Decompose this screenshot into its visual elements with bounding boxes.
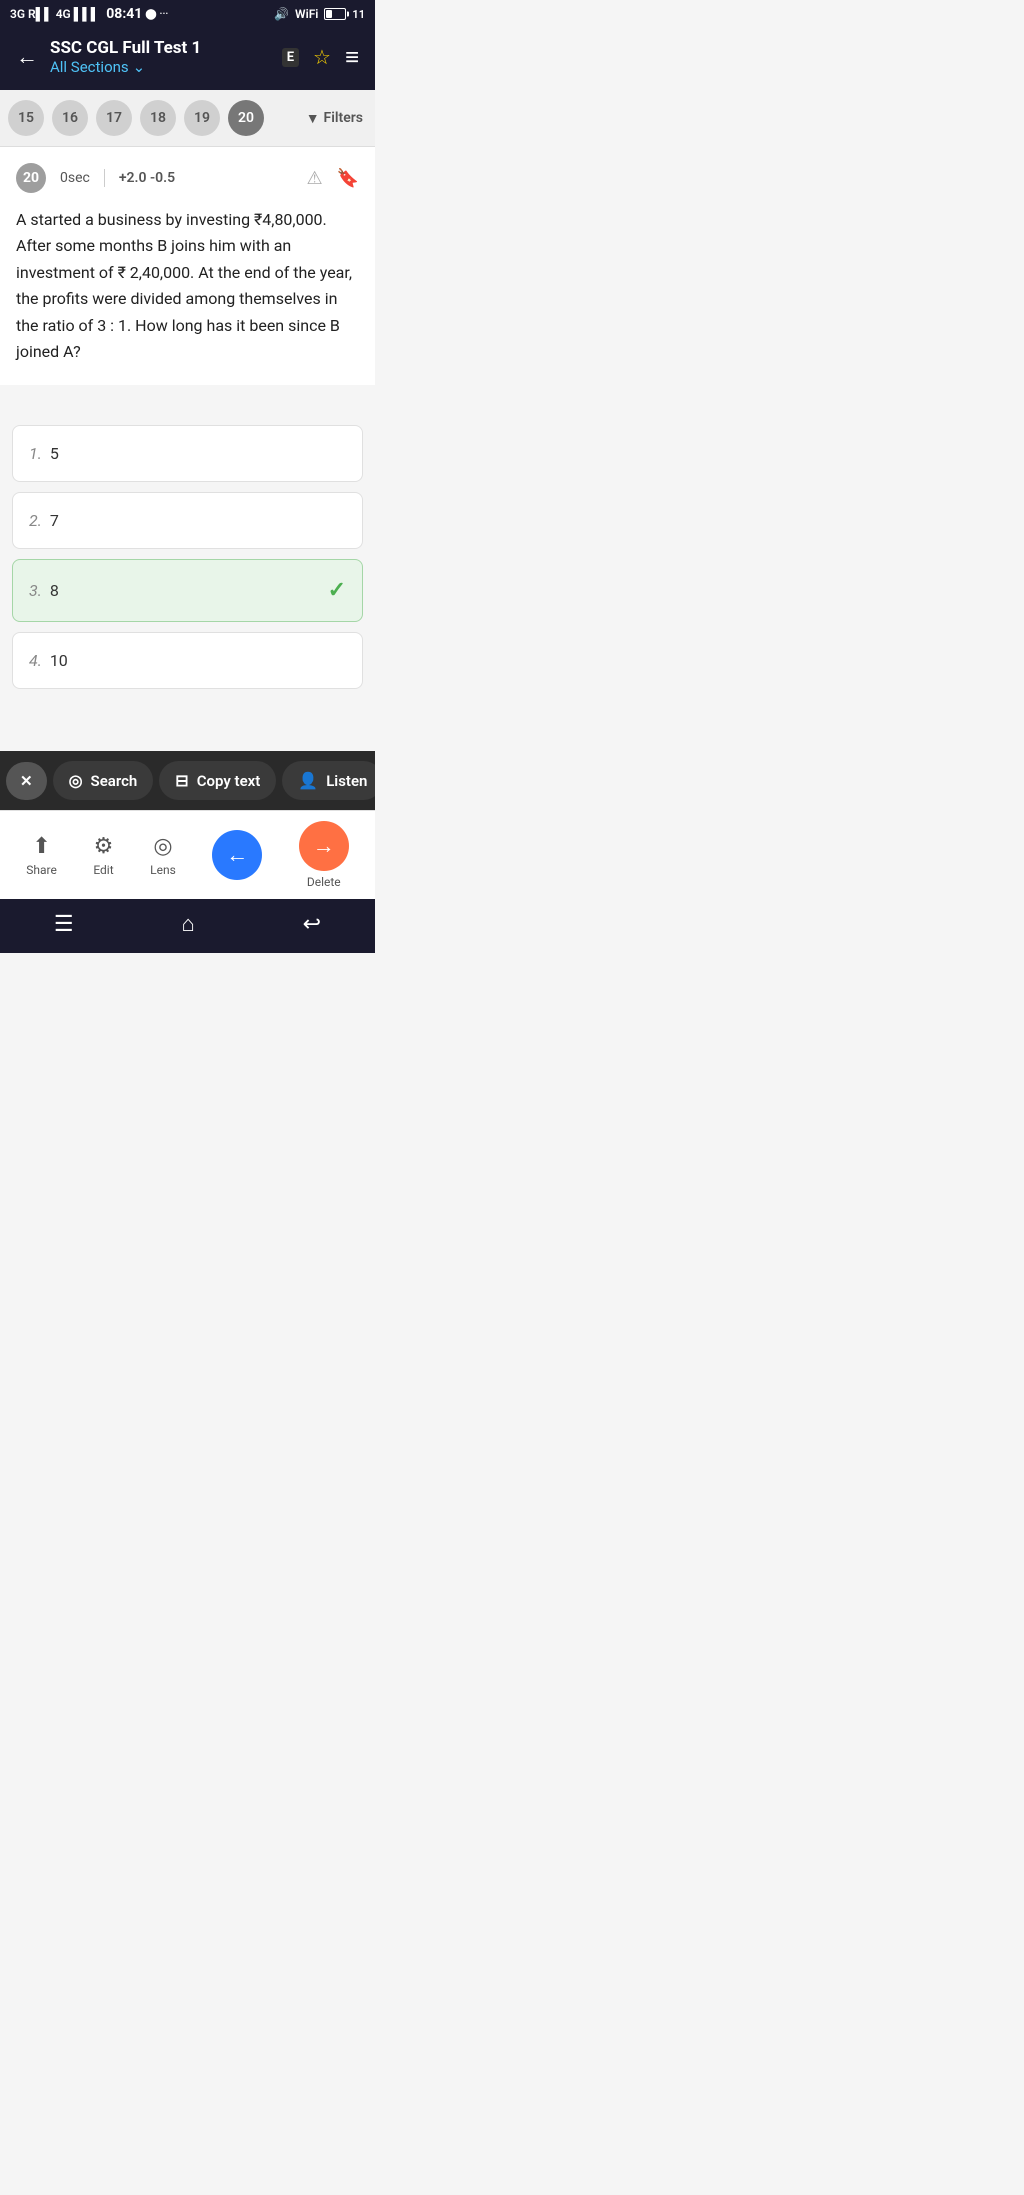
app-title: SSC CGL Full Test 1	[50, 38, 201, 58]
lens-label: Lens	[150, 863, 176, 877]
share-nav-item[interactable]: ⬆ Share	[26, 834, 57, 877]
share-icon: ⬆	[32, 834, 50, 859]
edit-label: Edit	[93, 863, 113, 877]
wifi-icon: WiFi	[295, 7, 318, 21]
edit-nav-item[interactable]: ⚙ Edit	[93, 834, 113, 877]
listen-label: Listen	[326, 772, 367, 790]
lens-nav-item[interactable]: ◎ Lens	[150, 834, 176, 877]
filters-button[interactable]: ▼ Filters	[302, 110, 367, 127]
listen-button[interactable]: 👤 Listen	[282, 761, 375, 800]
q-num-15[interactable]: 15	[8, 100, 44, 136]
q-num-20[interactable]: 20	[228, 100, 264, 136]
bottom-navigation: ⬆ Share ⚙ Edit ◎ Lens ← → Delete	[0, 810, 375, 899]
header-left: ← SSC CGL Full Test 1 All Sections ⌄	[16, 38, 201, 76]
status-network: 3G R▌▌ 4G ▌▌▌ 08:41 ⬤ ···	[10, 6, 168, 22]
header: ← SSC CGL Full Test 1 All Sections ⌄ E ☆…	[0, 28, 375, 90]
back-nav-button[interactable]: ←	[212, 830, 262, 880]
question-area: 20 0sec +2.0 -0.5 ⚠ 🔖 A started a busine…	[0, 147, 375, 385]
status-bar: 3G R▌▌ 4G ▌▌▌ 08:41 ⬤ ··· 🔊 WiFi 11	[0, 0, 375, 28]
volume-icon: 🔊	[274, 7, 289, 21]
next-arrow-icon: →	[313, 833, 335, 859]
status-dots: ···	[160, 9, 169, 20]
copy-label: Copy text	[197, 772, 261, 790]
search-button[interactable]: ◎ Search	[53, 761, 154, 800]
menu-icon[interactable]: ≡	[345, 43, 359, 72]
search-label: Search	[91, 772, 138, 790]
question-icons: ⚠ 🔖	[306, 168, 359, 189]
close-icon: ✕	[20, 772, 33, 790]
option-3-label: 3.8	[29, 581, 59, 600]
hamburger-icon[interactable]: ☰	[54, 912, 74, 937]
battery-icon	[324, 8, 346, 20]
q-num-19[interactable]: 19	[184, 100, 220, 136]
edit-icon: ⚙	[94, 834, 114, 859]
star-icon[interactable]: ☆	[313, 45, 331, 69]
section-selector[interactable]: All Sections ⌄	[50, 58, 201, 76]
header-title-area: SSC CGL Full Test 1 All Sections ⌄	[50, 38, 201, 76]
back-arrow-icon: ←	[226, 842, 248, 868]
option-2[interactable]: 2.7	[12, 492, 363, 549]
alert-icon[interactable]: ⚠	[306, 168, 322, 189]
filters-label: Filters	[324, 110, 363, 126]
q-num-18[interactable]: 18	[140, 100, 176, 136]
option-1-label: 1.5	[29, 444, 59, 463]
listen-icon: 👤	[298, 771, 318, 790]
header-right: E ☆ ≡	[282, 43, 359, 72]
delete-nav-item[interactable]: → Delete	[299, 821, 349, 889]
e-badge: E	[282, 48, 299, 67]
option-3[interactable]: 3.8 ✓	[12, 559, 363, 622]
section-label: All Sections	[50, 58, 129, 76]
network-3g: 3G	[10, 7, 25, 21]
bookmark-icon[interactable]: 🔖	[337, 168, 359, 189]
question-marks: +2.0 -0.5	[119, 170, 175, 186]
back-gesture-icon[interactable]: ↩	[303, 912, 321, 937]
option-4[interactable]: 4.10	[12, 632, 363, 689]
question-meta: 20 0sec +2.0 -0.5 ⚠ 🔖	[16, 163, 359, 193]
next-nav-button[interactable]: →	[299, 821, 349, 871]
option-2-label: 2.7	[29, 511, 59, 530]
content-spacer-2	[0, 711, 375, 751]
back-button[interactable]: ←	[16, 44, 38, 70]
numbers-bar: 15 16 17 18 19 20 ▼ Filters	[0, 90, 375, 147]
delete-label: Delete	[307, 875, 341, 889]
question-text: A started a business by investing ₹4,80,…	[16, 207, 359, 365]
status-time: 08:41	[106, 6, 142, 22]
status-icons: 🔊 WiFi 11	[274, 7, 365, 21]
question-number-badge: 20	[16, 163, 46, 193]
meta-divider	[104, 169, 105, 187]
option-4-label: 4.10	[29, 651, 68, 670]
share-label: Share	[26, 863, 57, 877]
copy-icon: ⊟	[175, 771, 188, 790]
content-spacer	[0, 393, 375, 413]
question-time: 0sec	[60, 170, 90, 186]
option-1[interactable]: 1.5	[12, 425, 363, 482]
toolbar-strip: ✕ ◎ Search ⊟ Copy text 👤 Listen	[0, 751, 375, 810]
home-icon[interactable]: ⌂	[182, 911, 195, 937]
home-bar: ☰ ⌂ ↩	[0, 899, 375, 953]
status-dot: ⬤	[145, 9, 156, 20]
search-icon: ◎	[69, 771, 83, 790]
signal-bars-2: ▌▌▌	[74, 7, 100, 21]
copy-text-button[interactable]: ⊟ Copy text	[159, 761, 276, 800]
q-num-17[interactable]: 17	[96, 100, 132, 136]
q-num-16[interactable]: 16	[52, 100, 88, 136]
correct-check-icon: ✓	[328, 578, 346, 603]
network-4g: 4G	[56, 7, 71, 21]
lens-icon: ◎	[153, 834, 172, 859]
close-toolbar-button[interactable]: ✕	[6, 762, 47, 800]
filter-icon: ▼	[306, 110, 320, 127]
battery-percent: 11	[352, 8, 365, 21]
options-area: 1.5 2.7 3.8 ✓ 4.10	[0, 413, 375, 711]
signal-bars-1: R▌▌	[28, 7, 53, 21]
dropdown-chevron: ⌄	[133, 58, 146, 76]
